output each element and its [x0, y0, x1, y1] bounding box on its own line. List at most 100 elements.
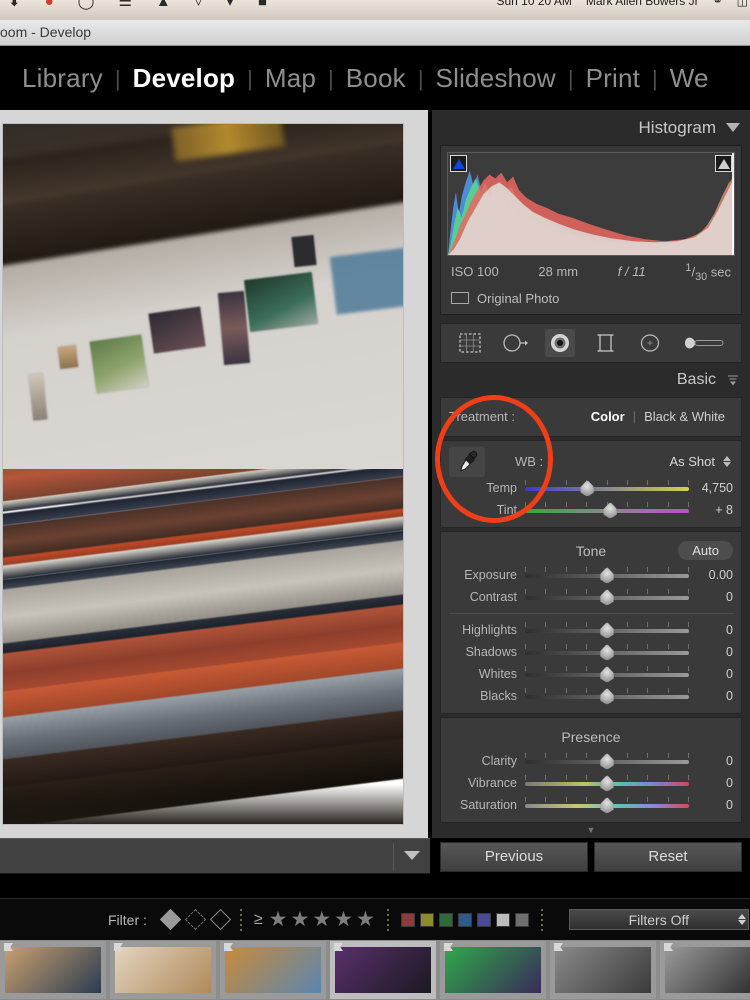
filter-star-1[interactable]: ★ [269, 909, 288, 930]
image-preview-area[interactable] [0, 110, 430, 838]
wifi-icon[interactable]: ▿ [195, 0, 203, 10]
record-icon[interactable]: ● [45, 0, 54, 10]
search-icon[interactable]: ⚭ [713, 0, 723, 8]
control-center-icon[interactable]: ◫ [737, 0, 748, 8]
treatment-color-option[interactable]: Color [583, 409, 633, 424]
thumb-neon-shop[interactable] [440, 941, 546, 999]
module-library[interactable]: Library [22, 63, 103, 94]
slider-value-blacks[interactable]: 0 [689, 689, 733, 703]
color-label-swatch-5[interactable] [476, 912, 491, 927]
treatment-bw-option[interactable]: Black & White [636, 409, 733, 424]
slider-value-highlights[interactable]: 0 [689, 623, 733, 637]
filter-star-5[interactable]: ★ [356, 909, 375, 930]
slider-track-tint[interactable] [525, 500, 689, 520]
thumb-bw-hands-map[interactable] [660, 941, 750, 999]
slider-track-highlights[interactable] [525, 620, 689, 640]
crop-overlay-tool[interactable] [455, 329, 485, 357]
battery-icon[interactable]: ■ [258, 0, 267, 10]
slider-value-clarity[interactable]: 0 [689, 754, 733, 768]
module-book[interactable]: Book [346, 63, 406, 94]
module-map[interactable]: Map [265, 63, 316, 94]
slider-track-contrast[interactable] [525, 587, 689, 607]
spot-removal-tool[interactable] [500, 329, 530, 357]
slider-value-saturation[interactable]: 0 [689, 798, 733, 812]
auto-tone-button[interactable]: Auto [678, 540, 733, 560]
red-eye-correction-tool[interactable] [544, 328, 575, 357]
thumbnail-image [225, 947, 321, 993]
photo-hanging-print [291, 234, 317, 268]
thumb-cyclist[interactable] [110, 941, 216, 999]
slider-track-saturation[interactable] [525, 795, 689, 815]
shadow-clipping-indicator[interactable] [450, 155, 467, 172]
basic-panel-header[interactable]: Basic [432, 363, 750, 397]
menu-bar-user[interactable]: Mark Allen Bowers Jr [586, 0, 699, 8]
slider-value-temp[interactable]: 4,750 [689, 481, 733, 495]
graduated-filter-tool[interactable] [590, 329, 620, 357]
preview-toolbar[interactable] [0, 838, 430, 874]
color-label-swatch-6[interactable] [495, 912, 510, 927]
toolbar-chevron-down-icon[interactable] [404, 851, 420, 860]
slider-value-vibrance[interactable]: 0 [689, 776, 733, 790]
menu-bar-clock[interactable]: Sun 10 20 AM [497, 0, 572, 8]
chevron-down-icon[interactable] [726, 123, 740, 132]
adjustment-brush-tool[interactable] [680, 329, 728, 357]
previous-button[interactable]: Previous [440, 841, 588, 872]
circle-icon[interactable]: ◯ [78, 0, 95, 10]
highlight-clipping-indicator[interactable] [715, 155, 732, 172]
module-print[interactable]: Print [586, 63, 640, 94]
filter-star-2[interactable]: ★ [291, 909, 310, 930]
white-balance-selector-icon[interactable] [449, 446, 485, 477]
rating-operator[interactable]: ≥ [254, 911, 263, 929]
photo-canvas[interactable] [3, 124, 403, 824]
thumb-bw-storefront[interactable] [550, 941, 656, 999]
filmstrip[interactable] [0, 940, 750, 1000]
flag-unflagged-icon[interactable] [184, 908, 206, 931]
disclosure-triangle-icon[interactable] [726, 374, 740, 386]
module-we[interactable]: We [670, 63, 709, 94]
color-label-swatch-2[interactable] [419, 912, 434, 927]
color-label-swatch-7[interactable] [514, 912, 529, 927]
macos-menu-bar: ⬇ ● ◯ ☰ ▲ ▿ ▾ ■ Sun 10 20 AM Mark Allen … [0, 0, 750, 20]
filter-star-3[interactable]: ★ [312, 909, 331, 930]
slider-track-clarity[interactable] [525, 751, 689, 771]
module-slideshow[interactable]: Slideshow [436, 63, 556, 94]
slider-track-blacks[interactable] [525, 686, 689, 706]
inbox-icon[interactable]: ☰ [118, 0, 131, 10]
slider-value-tint[interactable]: + 8 [689, 503, 733, 517]
flag-picked-icon[interactable] [159, 908, 181, 931]
slider-track-exposure[interactable] [525, 565, 689, 585]
tone-sliders-bottom: Highlights 0 Shadows 0 Whites 0 Blacks 0 [449, 619, 733, 707]
slider-track-vibrance[interactable] [525, 773, 689, 793]
color-label-swatch-1[interactable] [400, 912, 415, 927]
white-balance-value[interactable]: As Shot [669, 454, 715, 469]
reset-button[interactable]: Reset [594, 841, 742, 872]
slider-value-exposure[interactable]: 0.00 [689, 568, 733, 582]
histogram-graph[interactable] [447, 152, 735, 256]
filter-star-rating[interactable]: ★ ★ ★ ★ ★ [269, 909, 375, 930]
slider-track-shadows[interactable] [525, 642, 689, 662]
module-develop[interactable]: Develop [133, 63, 236, 94]
color-label-swatch-3[interactable] [438, 912, 453, 927]
original-photo-row[interactable]: Original Photo [447, 285, 735, 308]
color-label-swatch-4[interactable] [457, 912, 472, 927]
volume-icon[interactable]: ▾ [226, 0, 234, 10]
filters-dropdown[interactable]: Filters Off [568, 909, 749, 930]
slider-value-shadows[interactable]: 0 [689, 645, 733, 659]
slider-value-whites[interactable]: 0 [689, 667, 733, 681]
slider-label-contrast: Contrast [469, 589, 517, 604]
thumb-doorway[interactable] [0, 941, 106, 999]
slider-track-whites[interactable] [525, 664, 689, 684]
flag-rejected-icon[interactable] [209, 908, 231, 931]
histogram-panel-header[interactable]: Histogram [432, 110, 750, 145]
arrow-down-icon[interactable]: ⬇ [8, 0, 21, 10]
dropbox-icon[interactable]: ▲ [156, 0, 171, 10]
filter-star-4[interactable]: ★ [334, 909, 353, 930]
panel-collapse-caret[interactable]: ▼ [432, 825, 750, 834]
slider-track-temp[interactable] [525, 478, 689, 498]
thumb-couple-night[interactable] [330, 941, 436, 999]
radial-filter-tool[interactable] [635, 329, 665, 357]
stepper-arrows-icon[interactable] [723, 456, 731, 468]
thumbnail-image [115, 947, 211, 993]
thumb-street-sign[interactable] [220, 941, 326, 999]
slider-value-contrast[interactable]: 0 [689, 590, 733, 604]
